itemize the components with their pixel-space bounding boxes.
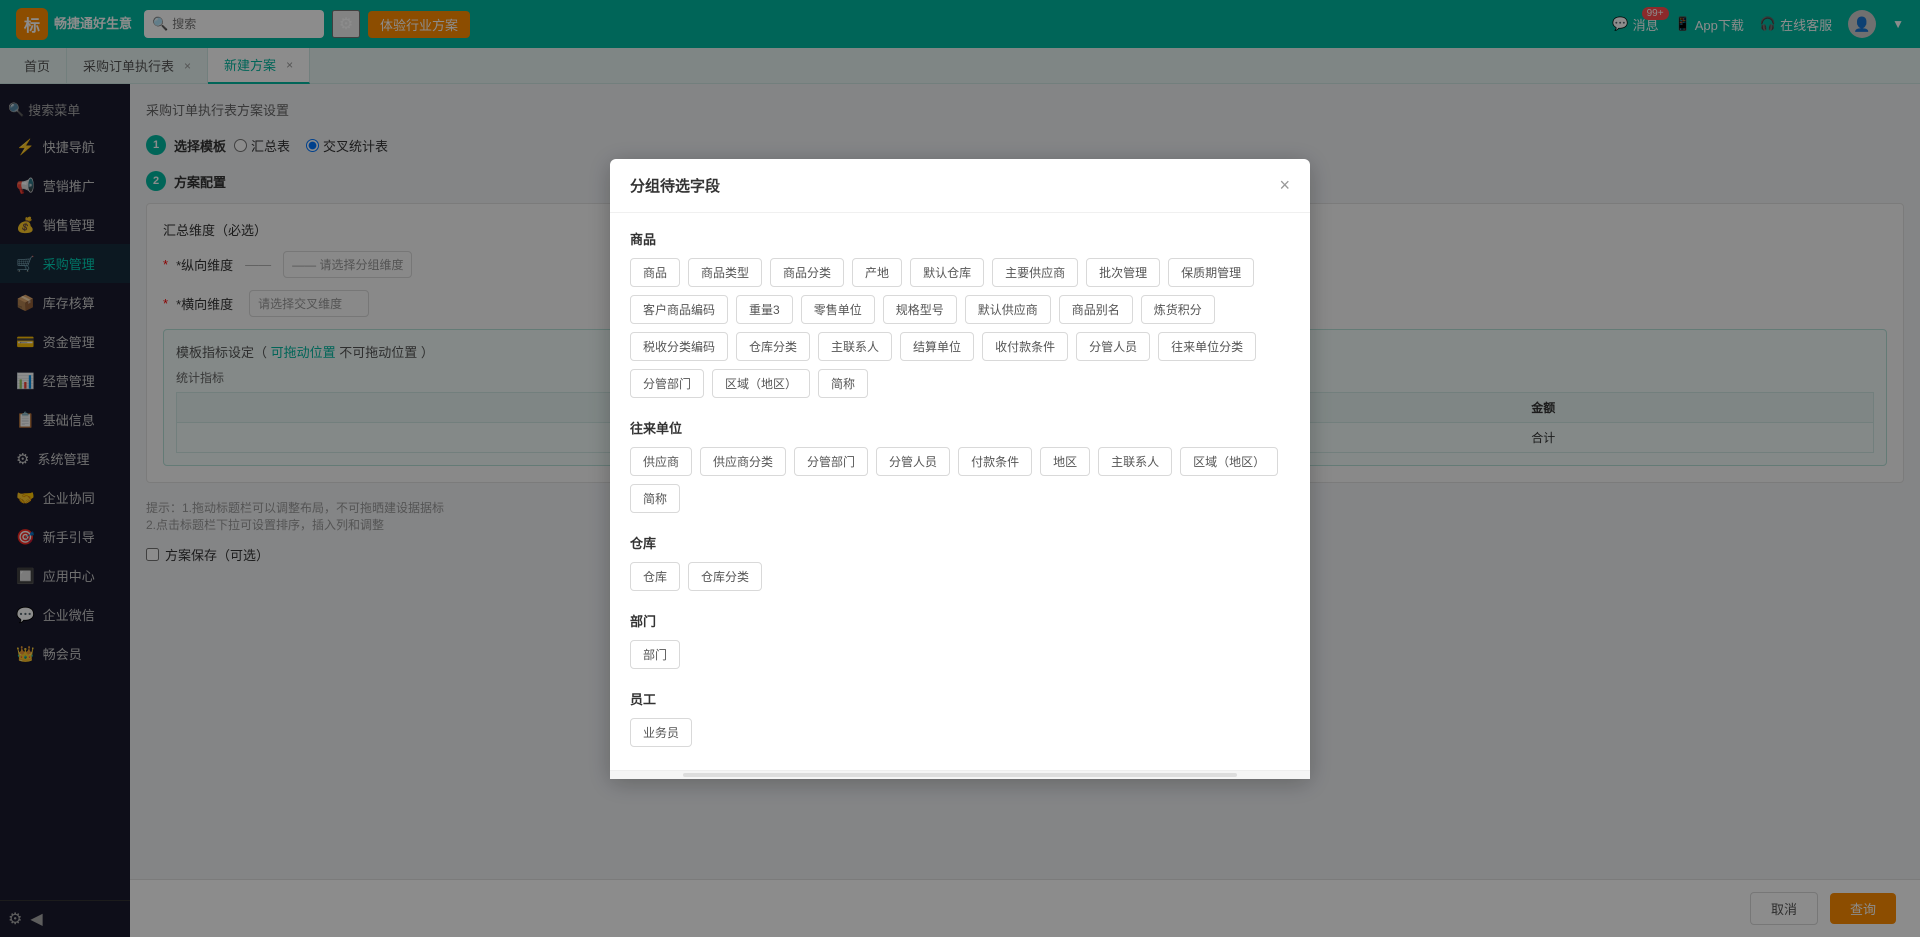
modal-dialog: 分组待选字段 × 商品 商品 商品类型 商品分类 产地 默认仓库 主要供应商 批… (610, 159, 1310, 779)
field-tag-product-alias[interactable]: 商品别名 (1059, 295, 1133, 324)
field-tag-abbr[interactable]: 简称 (818, 369, 868, 398)
field-tag-payment-terms[interactable]: 收付款条件 (982, 332, 1068, 361)
field-section-partner: 往来单位 供应商 供应商分类 分管部门 分管人员 付款条件 地区 主联系人 区域… (630, 418, 1290, 513)
dept-field-tags: 部门 (630, 640, 1290, 669)
field-tag-shelf-life[interactable]: 保质期管理 (1168, 258, 1254, 287)
field-tag-customer-code[interactable]: 客户商品编码 (630, 295, 728, 324)
field-tag-dept[interactable]: 分管部门 (630, 369, 704, 398)
field-tag-warehouse[interactable]: 仓库 (630, 562, 680, 591)
modal-close-btn[interactable]: × (1279, 175, 1290, 196)
field-tag-salesman[interactable]: 业务员 (630, 718, 692, 747)
hscroll-thumb (683, 773, 1237, 777)
field-tag-department[interactable]: 部门 (630, 640, 680, 669)
modal-overlay: 分组待选字段 × 商品 商品 商品类型 商品分类 产地 默认仓库 主要供应商 批… (0, 0, 1920, 937)
field-tag-main-contact2[interactable]: 主联系人 (1098, 447, 1172, 476)
section-title-partner: 往来单位 (630, 418, 1290, 437)
field-tag-area[interactable]: 地区 (1040, 447, 1090, 476)
field-tag-main-contact[interactable]: 主联系人 (818, 332, 892, 361)
section-title-department: 部门 (630, 611, 1290, 630)
field-tag-weight3[interactable]: 重量3 (736, 295, 793, 324)
field-tag-manager[interactable]: 分管人员 (1076, 332, 1150, 361)
field-tag-product-category[interactable]: 商品分类 (770, 258, 844, 287)
field-tag-points[interactable]: 炼货积分 (1141, 295, 1215, 324)
field-tag-region[interactable]: 区域（地区） (712, 369, 810, 398)
field-tag-product[interactable]: 商品 (630, 258, 680, 287)
field-tag-partner-cat[interactable]: 往来单位分类 (1158, 332, 1256, 361)
field-tag-abbr2[interactable]: 简称 (630, 484, 680, 513)
product-field-tags: 商品 商品类型 商品分类 产地 默认仓库 主要供应商 批次管理 保质期管理 客户… (630, 258, 1290, 398)
field-section-product: 商品 商品 商品类型 商品分类 产地 默认仓库 主要供应商 批次管理 保质期管理… (630, 229, 1290, 398)
employee-field-tags: 业务员 (630, 718, 1290, 747)
warehouse-field-tags: 仓库 仓库分类 (630, 562, 1290, 591)
field-section-warehouse: 仓库 仓库 仓库分类 (630, 533, 1290, 591)
field-tag-payment-cond[interactable]: 付款条件 (958, 447, 1032, 476)
field-tag-settlement-unit[interactable]: 结算单位 (900, 332, 974, 361)
modal-title: 分组待选字段 (630, 175, 720, 196)
field-tag-retail-unit[interactable]: 零售单位 (801, 295, 875, 324)
modal-header: 分组待选字段 × (610, 159, 1310, 213)
field-tag-main-supplier[interactable]: 主要供应商 (992, 258, 1078, 287)
modal-body: 商品 商品 商品类型 商品分类 产地 默认仓库 主要供应商 批次管理 保质期管理… (610, 213, 1310, 771)
section-title-product: 商品 (630, 229, 1290, 248)
field-section-department: 部门 部门 (630, 611, 1290, 669)
field-tag-supplier[interactable]: 供应商 (630, 447, 692, 476)
section-title-employee: 员工 (630, 689, 1290, 708)
field-tag-partner-manager[interactable]: 分管人员 (876, 447, 950, 476)
field-tag-partner-dept[interactable]: 分管部门 (794, 447, 868, 476)
field-tag-spec-model[interactable]: 规格型号 (883, 295, 957, 324)
field-tag-warehouse-category[interactable]: 仓库分类 (688, 562, 762, 591)
field-tag-supplier-cat[interactable]: 供应商分类 (700, 447, 786, 476)
field-tag-default-supplier[interactable]: 默认供应商 (965, 295, 1051, 324)
field-tag-batch-mgmt[interactable]: 批次管理 (1086, 258, 1160, 287)
field-tag-default-warehouse[interactable]: 默认仓库 (910, 258, 984, 287)
field-tag-region2[interactable]: 区域（地区） (1180, 447, 1278, 476)
field-tag-product-type[interactable]: 商品类型 (688, 258, 762, 287)
field-section-employee: 员工 业务员 (630, 689, 1290, 747)
field-tag-origin[interactable]: 产地 (852, 258, 902, 287)
partner-field-tags: 供应商 供应商分类 分管部门 分管人员 付款条件 地区 主联系人 区域（地区） … (630, 447, 1290, 513)
modal-hscrollbar[interactable] (610, 770, 1310, 778)
field-tag-warehouse-cat[interactable]: 仓库分类 (736, 332, 810, 361)
section-title-warehouse: 仓库 (630, 533, 1290, 552)
field-tag-tax-code[interactable]: 税收分类编码 (630, 332, 728, 361)
